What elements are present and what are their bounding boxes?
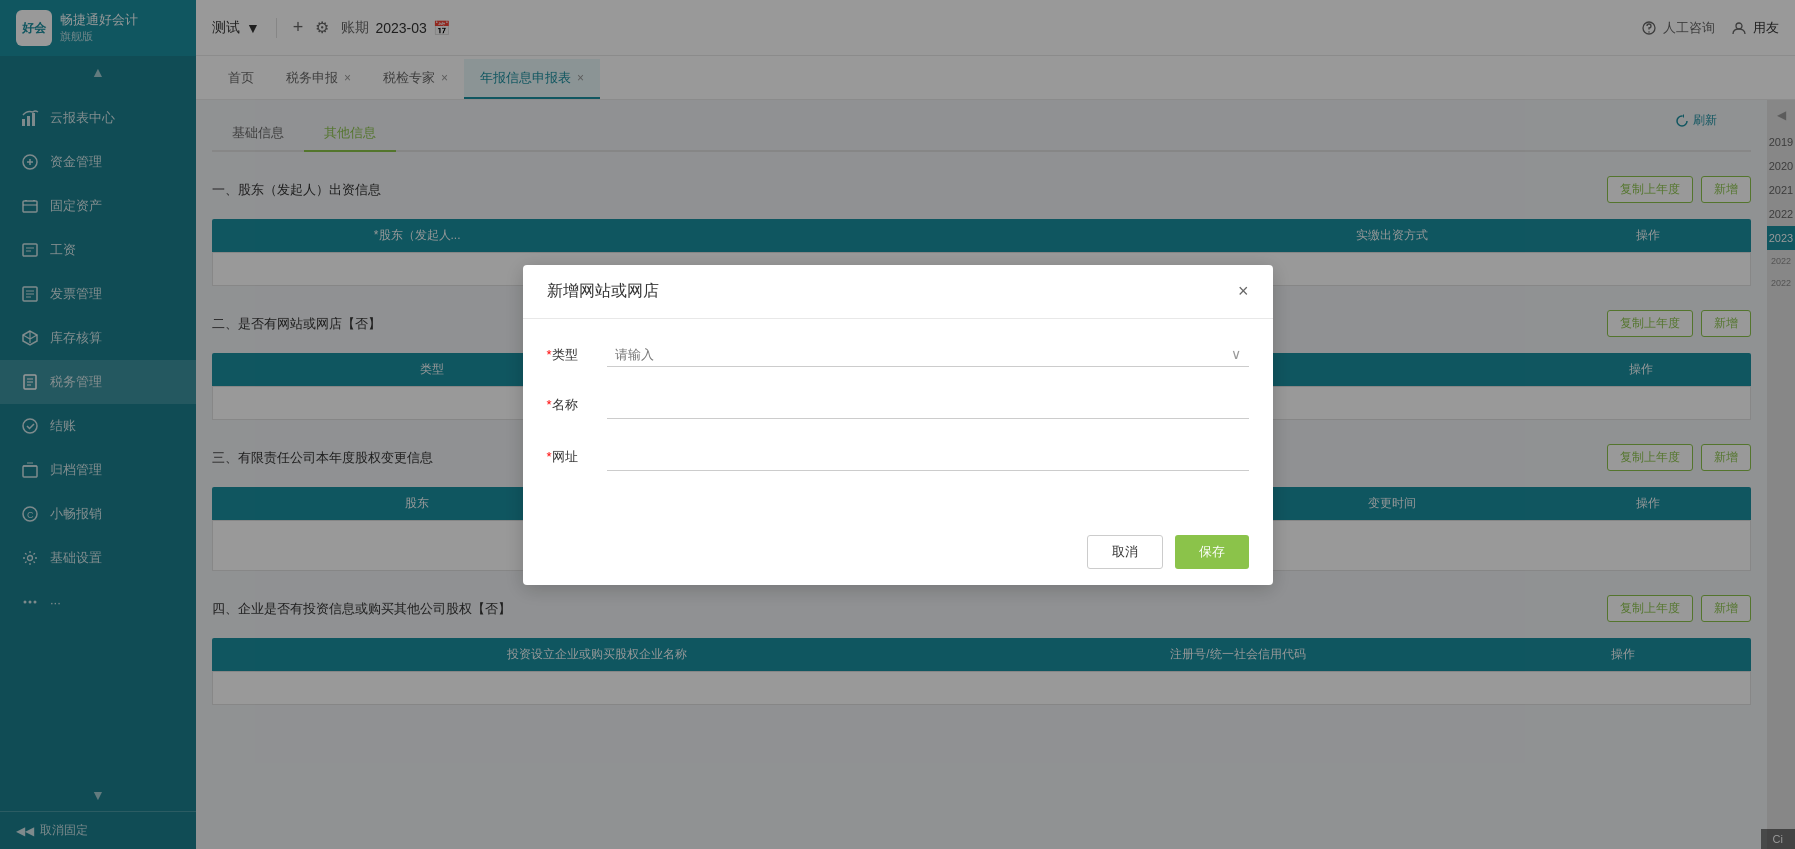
modal-overlay: 新增网站或网店 × *类型 ∨ *名称 — [0, 0, 1795, 849]
save-btn[interactable]: 保存 — [1175, 535, 1249, 569]
cancel-btn[interactable]: 取消 — [1087, 535, 1163, 569]
modal-title: 新增网站或网店 — [547, 281, 659, 302]
url-label: *网址 — [547, 448, 607, 466]
modal-close-btn[interactable]: × — [1238, 281, 1249, 302]
type-input[interactable] — [607, 343, 1249, 366]
add-website-modal: 新增网站或网店 × *类型 ∨ *名称 — [523, 265, 1273, 585]
type-input-wrapper: ∨ — [607, 343, 1249, 367]
type-dropdown-icon: ∨ — [1231, 346, 1241, 362]
url-input-wrapper — [607, 443, 1249, 471]
form-row-url: *网址 — [547, 443, 1249, 471]
form-row-type: *类型 ∨ — [547, 343, 1249, 367]
url-input[interactable] — [607, 443, 1249, 470]
modal-footer: 取消 保存 — [523, 519, 1273, 585]
name-label: *名称 — [547, 396, 607, 414]
modal-header: 新增网站或网店 × — [523, 265, 1273, 319]
type-label: *类型 — [547, 346, 607, 364]
form-row-name: *名称 — [547, 391, 1249, 419]
name-input[interactable] — [607, 391, 1249, 418]
modal-body: *类型 ∨ *名称 *网址 — [523, 319, 1273, 519]
name-input-wrapper — [607, 391, 1249, 419]
